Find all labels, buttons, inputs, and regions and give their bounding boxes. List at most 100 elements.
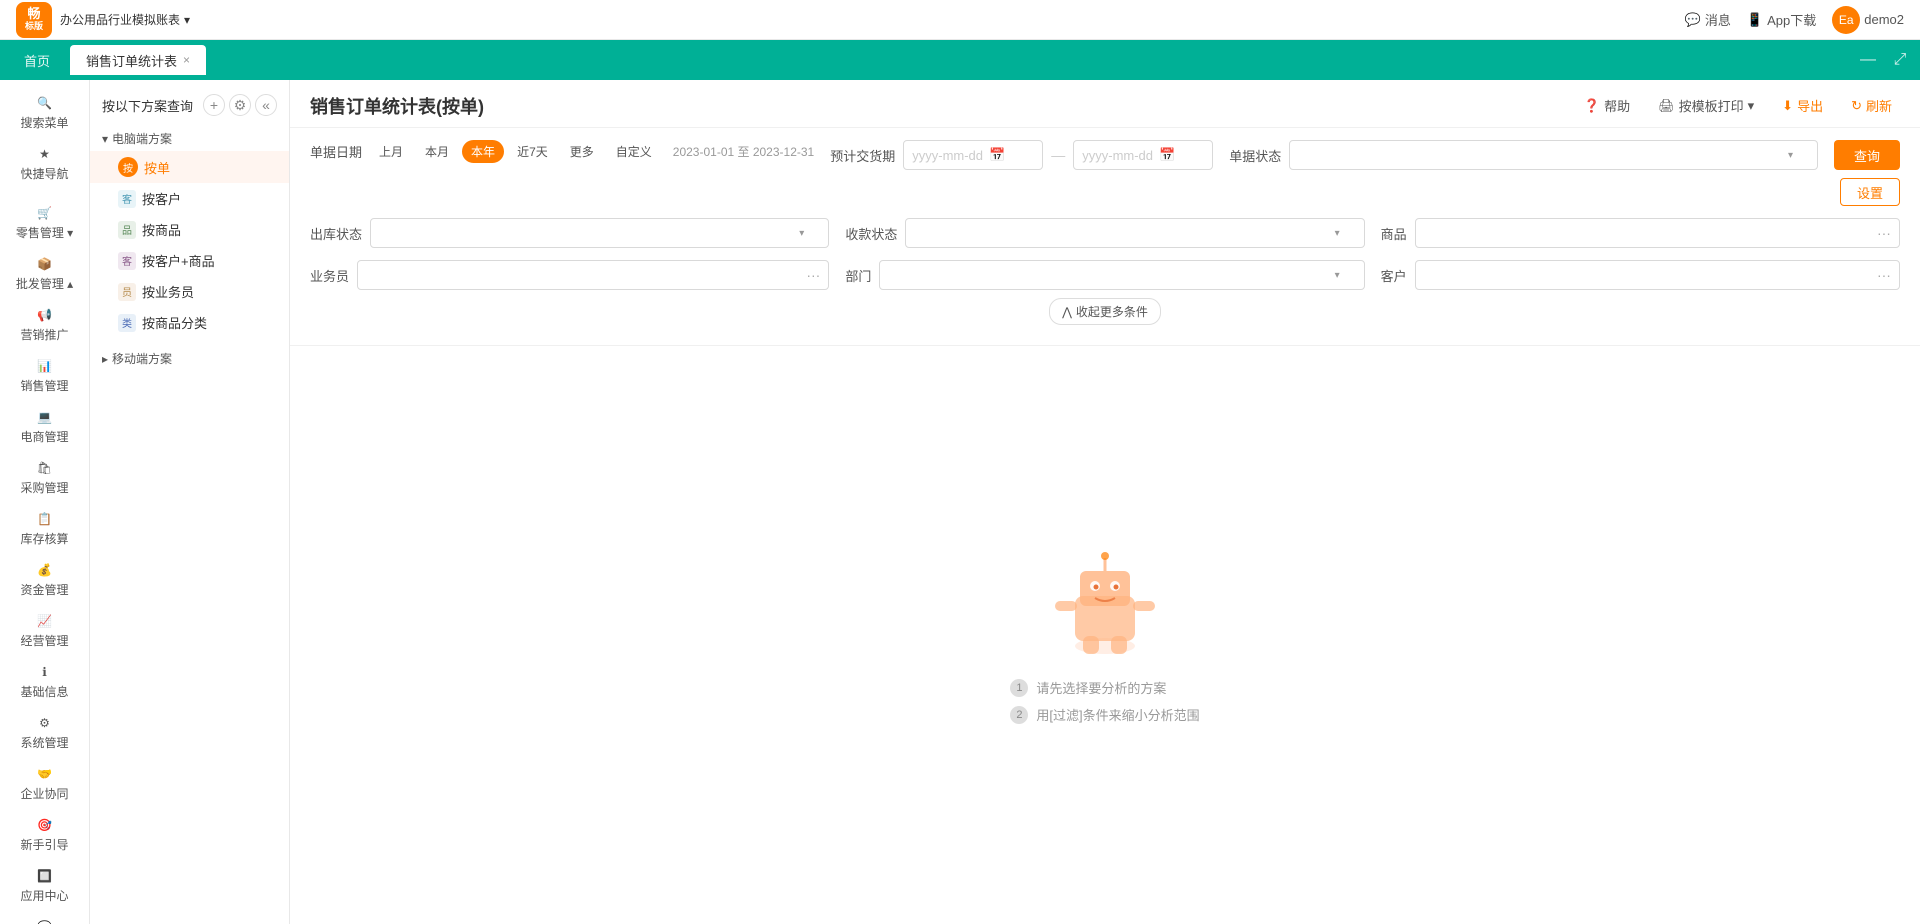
sidebar-item-enterprise-wechat[interactable]: 💬 企业微信 [0, 912, 89, 924]
dropdown-arrow-icon: ▾ [184, 13, 190, 27]
date-btn-last7[interactable]: 近7天 [508, 140, 557, 163]
filter-department-select[interactable]: ▾ [879, 260, 1364, 290]
empty-illustration [1045, 546, 1165, 666]
download-icon: 📱 [1747, 12, 1763, 28]
filter-customer-item: 客户 ··· [1381, 260, 1900, 290]
sidebar-item-system[interactable]: ⚙ 系统管理 [0, 708, 89, 759]
sidebar-item-sales[interactable]: 📊 销售管理 [0, 351, 89, 402]
filter-customer-input[interactable]: ··· [1415, 260, 1900, 290]
empty-state: 1 请先选择要分析的方案 2 用[过滤]条件来缩小分析范围 [290, 346, 1920, 924]
filter-ship-status-item: 出库状态 ▾ [310, 218, 829, 248]
calendar-icon-end: 📅 [1159, 147, 1175, 163]
tab-home[interactable]: 首页 [8, 45, 66, 75]
sidebar: 🔍 搜索菜单 ★ 快捷导航 🛒 零售管理 ▾ 📦 批发管理 ▴ 📢 营销推广 📊… [0, 80, 90, 924]
date-btn-this-month[interactable]: 本月 [416, 140, 458, 163]
payment-status-dropdown-icon: ▾ [1335, 228, 1340, 239]
scheme-collapse-button[interactable]: « [255, 94, 277, 116]
tab-sales-order-stats[interactable]: 销售订单统计表 × [70, 45, 206, 75]
filter-department-item: 部门 ▾ [845, 260, 1364, 290]
search-icon: 🔍 [37, 96, 52, 110]
filter-salesperson-item: 业务员 ··· [310, 260, 829, 290]
settings-button[interactable]: 设置 [1840, 178, 1900, 206]
sidebar-item-marketing[interactable]: 📢 营销推广 [0, 300, 89, 351]
app-download-button[interactable]: 📱 App下载 [1747, 10, 1816, 29]
query-actions: 查询 设置 [1834, 140, 1900, 206]
inventory-icon: 📋 [37, 512, 52, 526]
scheme-item-by-staff[interactable]: 员 按业务员 [90, 276, 289, 307]
scheme-item-by-customer-goods[interactable]: 客 按客户+商品 [90, 245, 289, 276]
query-button[interactable]: 查询 [1834, 140, 1900, 170]
content-area: 按以下方案查询 + ⚙ « ▾ 电脑端方案 按 按单 客 按客户 [90, 80, 1920, 924]
user-menu[interactable]: Ea demo2 [1832, 6, 1904, 34]
filter-expected-date-start[interactable]: yyyy-mm-dd 📅 [903, 140, 1043, 170]
main-panel: 销售订单统计表(按单) ❓ 帮助 🖨 按模板打印 ▾ ⬇ 导出 [290, 80, 1920, 924]
filter-expected-date-end[interactable]: yyyy-mm-dd 📅 [1073, 140, 1213, 170]
window-minimize-button[interactable]: — [1856, 48, 1880, 72]
message-button[interactable]: 💬 消息 [1685, 10, 1731, 29]
filter-customer-label: 客户 [1381, 266, 1407, 285]
sidebar-item-wholesale[interactable]: 📦 批发管理 ▴ [0, 249, 89, 300]
refresh-button[interactable]: ↻ 刷新 [1843, 92, 1900, 119]
sidebar-item-inventory[interactable]: 📋 库存核算 [0, 504, 89, 555]
date-btn-current-year[interactable]: 本年 [462, 140, 504, 163]
sidebar-item-purchase[interactable]: 🛍 采购管理 [0, 453, 89, 504]
avatar: Ea [1832, 6, 1860, 34]
scheme-item-active-icon: 按 [118, 157, 138, 177]
sidebar-item-basic[interactable]: ℹ 基础信息 [0, 657, 89, 708]
filter-salesperson-input[interactable]: ··· [357, 260, 829, 290]
export-icon: ⬇ [1782, 98, 1793, 114]
tip-num-1: 1 [1010, 679, 1028, 697]
sidebar-item-enterprise[interactable]: 🤝 企业协同 [0, 759, 89, 810]
topbar-right: 💬 消息 📱 App下载 Ea demo2 [1685, 6, 1904, 34]
date-btn-custom[interactable]: 自定义 [607, 140, 661, 163]
sidebar-item-finance[interactable]: 💰 资金管理 [0, 555, 89, 606]
filter-order-status-select[interactable]: ▾ [1289, 140, 1818, 170]
tip-num-2: 2 [1010, 706, 1028, 724]
main-layout: 🔍 搜索菜单 ★ 快捷导航 🛒 零售管理 ▾ 📦 批发管理 ▴ 📢 营销推广 📊… [0, 80, 1920, 924]
collapse-icon: ⋀ [1062, 305, 1072, 319]
sidebar-item-quick-nav[interactable]: ★ 快捷导航 [0, 139, 89, 190]
tab-close-icon[interactable]: × [183, 53, 190, 67]
topbar-left: 畅 标版 办公用品行业模拟账表 ▾ [16, 2, 190, 38]
sidebar-item-app-center[interactable]: 🔲 应用中心 [0, 861, 89, 912]
sidebar-item-retail[interactable]: 🛒 零售管理 ▾ [0, 198, 89, 249]
scheme-item-by-customer[interactable]: 客 按客户 [90, 183, 289, 214]
print-button[interactable]: 🖨 按模板打印 ▾ [1650, 92, 1762, 119]
print-icon: 🖨 [1658, 98, 1675, 114]
scheme-panel-header: 按以下方案查询 + ⚙ « [90, 88, 289, 122]
nav-tabs: 首页 销售订单统计表 × — ⤢ [0, 40, 1920, 80]
filter-expected-date-item: 预计交货期 yyyy-mm-dd 📅 — yyyy-mm-dd 📅 [830, 140, 1213, 170]
sidebar-item-operation[interactable]: 📈 经营管理 [0, 606, 89, 657]
star-icon: ★ [39, 147, 50, 161]
empty-box-svg [1045, 546, 1165, 666]
department-dropdown-icon: ▾ [1335, 270, 1340, 281]
empty-tip-2: 2 用[过滤]条件来缩小分析范围 [1010, 705, 1199, 724]
sidebar-item-newbie[interactable]: 🎯 新手引导 [0, 810, 89, 861]
sidebar-item-ecommerce[interactable]: 💻 电商管理 [0, 402, 89, 453]
collapse-more-conditions-button[interactable]: ⋀ 收起更多条件 [1049, 298, 1161, 325]
help-button[interactable]: ❓ 帮助 [1576, 92, 1638, 119]
retail-icon: 🛒 [37, 206, 52, 220]
scheme-item-by-category[interactable]: 类 按商品分类 [90, 307, 289, 338]
date-btn-more[interactable]: 更多 [561, 140, 603, 163]
finance-icon: 💰 [37, 563, 52, 577]
scheme-customer-icon: 客 [118, 190, 136, 208]
filter-date-label: 单据日期 [310, 142, 362, 161]
collapse-bar: ⋀ 收起更多条件 [310, 290, 1900, 333]
purchase-icon: 🛍 [37, 461, 52, 475]
export-button[interactable]: ⬇ 导出 [1774, 92, 1831, 119]
company-title-dropdown[interactable]: 办公用品行业模拟账表 ▾ [60, 11, 190, 28]
scheme-group-mobile-title[interactable]: ▸ 移动端方案 [90, 346, 289, 371]
filter-payment-status-select[interactable]: ▾ [905, 218, 1364, 248]
filter-ship-status-select[interactable]: ▾ [370, 218, 829, 248]
scheme-item-by-goods[interactable]: 品 按商品 [90, 214, 289, 245]
sidebar-item-search[interactable]: 🔍 搜索菜单 [0, 88, 89, 139]
scheme-item-by-order[interactable]: 按 按单 [90, 151, 289, 183]
date-btn-last-month[interactable]: 上月 [370, 140, 412, 163]
scheme-group-pc-title[interactable]: ▾ 电脑端方案 [90, 126, 289, 151]
filter-goods-input[interactable]: ··· [1415, 218, 1900, 248]
scheme-group-mobile: ▸ 移动端方案 [90, 342, 289, 375]
scheme-add-button[interactable]: + [203, 94, 225, 116]
window-maximize-button[interactable]: ⤢ [1888, 48, 1912, 72]
scheme-settings-button[interactable]: ⚙ [229, 94, 251, 116]
